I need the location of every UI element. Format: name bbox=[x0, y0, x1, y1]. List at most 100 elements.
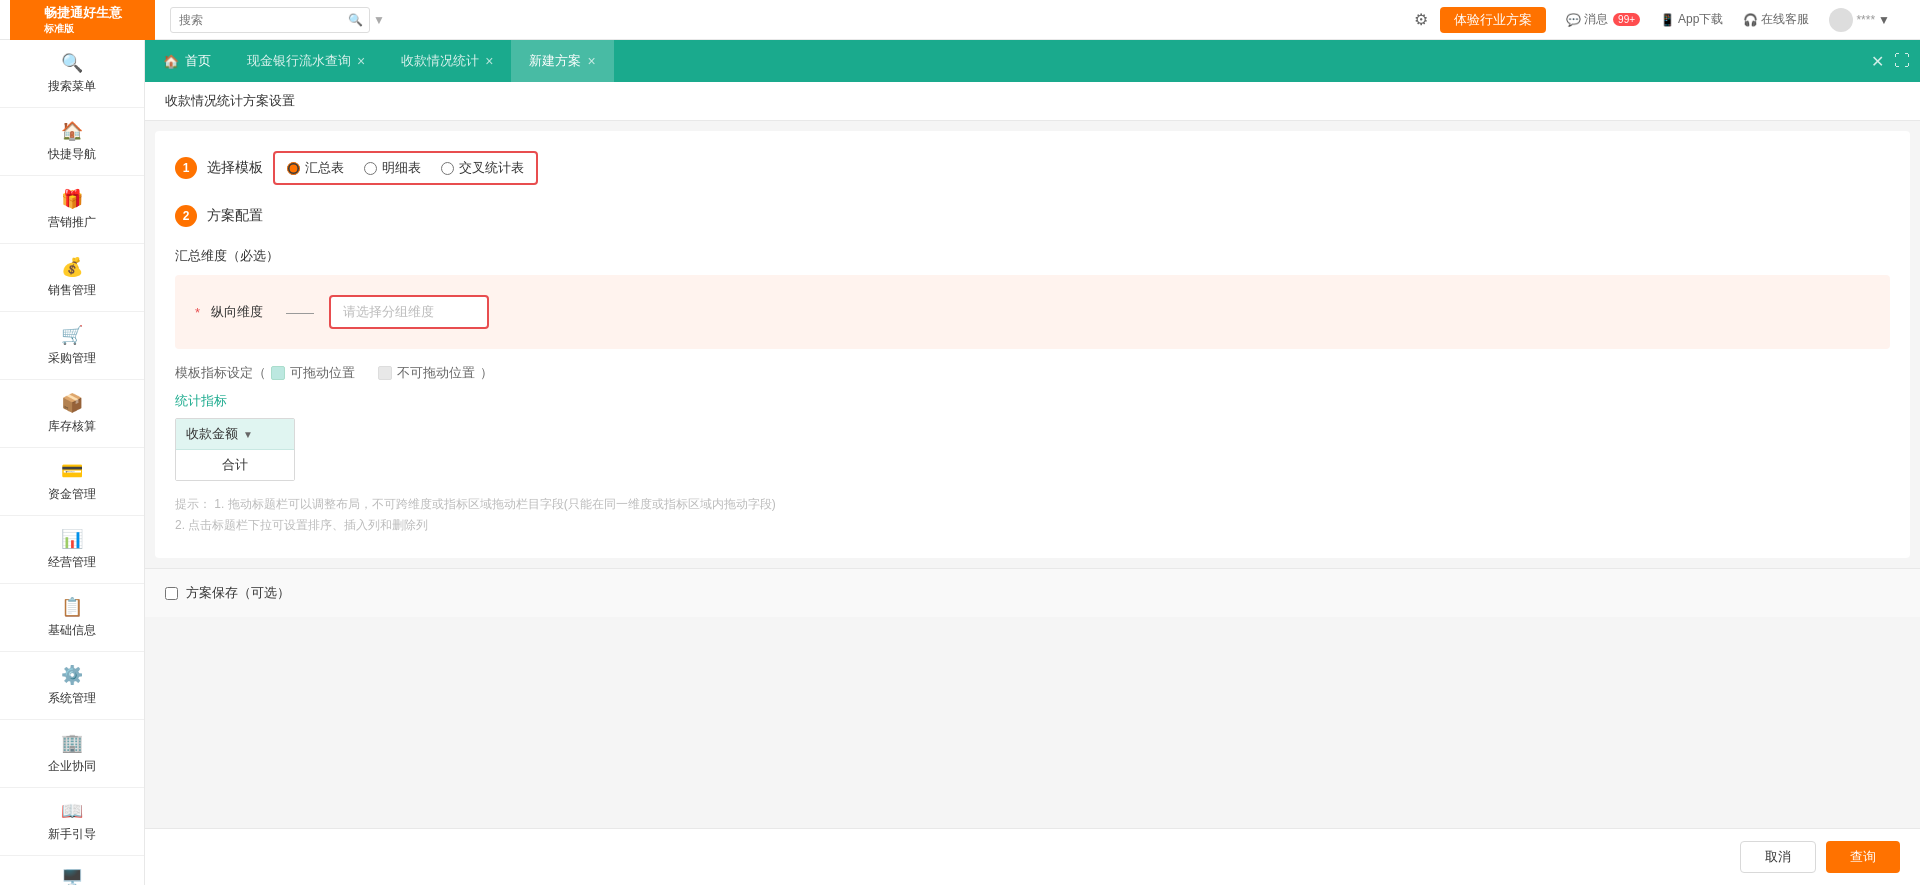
sidebar-label-inventory: 库存核算 bbox=[48, 418, 96, 435]
step2-badge: 2 bbox=[175, 205, 197, 227]
support-label: 在线客服 bbox=[1761, 11, 1809, 28]
inventory-icon: 📦 bbox=[61, 392, 83, 414]
marketing-icon: 🎁 bbox=[61, 188, 83, 210]
finance-icon: 💳 bbox=[61, 460, 83, 482]
radio-cross-input[interactable] bbox=[441, 162, 454, 175]
sidebar-label-sales: 销售管理 bbox=[48, 282, 96, 299]
sidebar-item-purchase[interactable]: 🛒 采购管理 bbox=[0, 312, 144, 380]
save-label: 方案保存（可选） bbox=[186, 584, 290, 602]
cooperation-icon: 🏢 bbox=[61, 732, 83, 754]
required-star: * bbox=[195, 305, 200, 320]
radio-detail-input[interactable] bbox=[364, 162, 377, 175]
fixed-dot-legend bbox=[378, 366, 392, 380]
dimension-arrow: —— bbox=[286, 304, 314, 320]
save-section: 方案保存（可选） bbox=[145, 568, 1920, 617]
trial-button[interactable]: 体验行业方案 bbox=[1440, 7, 1546, 33]
dimension-selector[interactable]: 请选择分组维度 bbox=[329, 295, 489, 329]
radio-summary[interactable]: 汇总表 bbox=[287, 159, 344, 177]
sidebar-item-hardware[interactable]: 🖥️ 智能硬件 bbox=[0, 856, 144, 885]
dimension-placeholder: 请选择分组维度 bbox=[343, 304, 434, 319]
sidebar-item-sales[interactable]: 💰 销售管理 bbox=[0, 244, 144, 312]
movable-dot-legend bbox=[271, 366, 285, 380]
sidebar-item-inventory[interactable]: 📦 库存核算 bbox=[0, 380, 144, 448]
guide-icon: 📖 bbox=[61, 800, 83, 822]
topbar: 畅捷通好生意 标准版 🔍 ▼ ⚙ 体验行业方案 💬 消息 99+ 📱 App下载… bbox=[0, 0, 1920, 40]
sidebar-item-guide[interactable]: 📖 新手引导 bbox=[0, 788, 144, 856]
tab-new-scheme-label: 新建方案 bbox=[529, 52, 581, 70]
dropdown-icon[interactable]: ▼ bbox=[373, 13, 385, 27]
tab-new-scheme-close[interactable]: × bbox=[587, 54, 595, 68]
indicator-header[interactable]: 收款金额 ▼ bbox=[176, 419, 294, 450]
step1-label: 选择模板 bbox=[207, 159, 263, 177]
quick-nav-icon: 🏠 bbox=[61, 120, 83, 142]
content-area: 🏠 首页 现金银行流水查询 × 收款情况统计 × 新建方案 × ✕ ⛶ bbox=[145, 40, 1920, 885]
sidebar-item-quick-nav[interactable]: 🏠 快捷导航 bbox=[0, 108, 144, 176]
sales-icon: 💰 bbox=[61, 256, 83, 278]
user-area[interactable]: **** ▼ bbox=[1829, 8, 1890, 32]
radio-cross-label: 交叉统计表 bbox=[459, 159, 524, 177]
breadcrumb: 收款情况统计方案设置 bbox=[165, 93, 295, 108]
radio-detail[interactable]: 明细表 bbox=[364, 159, 421, 177]
sidebar-item-finance[interactable]: 💳 资金管理 bbox=[0, 448, 144, 516]
indicators-section-close: ） bbox=[480, 364, 493, 382]
user-dropdown-icon: ▼ bbox=[1878, 13, 1890, 27]
search-input[interactable] bbox=[170, 7, 370, 33]
step2-row: 2 方案配置 bbox=[175, 205, 1890, 227]
tab-receivable-stats[interactable]: 收款情况统计 × bbox=[383, 40, 511, 82]
tab-new-scheme[interactable]: 新建方案 × bbox=[511, 40, 613, 82]
notification-badge: 99+ bbox=[1613, 13, 1640, 26]
sidebar-item-basic-info[interactable]: 📋 基础信息 bbox=[0, 584, 144, 652]
config-section: 汇总维度（必选） * 纵向维度 —— 请选择分组维度 bbox=[175, 247, 1890, 534]
sidebar-label-basic-info: 基础信息 bbox=[48, 622, 96, 639]
sidebar-label-guide: 新手引导 bbox=[48, 826, 96, 843]
sidebar-item-system[interactable]: ⚙️ 系统管理 bbox=[0, 652, 144, 720]
indicator-table: 收款金额 ▼ 合计 bbox=[175, 418, 295, 481]
main-layout: 🔍 搜索菜单 🏠 快捷导航 🎁 营销推广 💰 销售管理 🛒 采购管理 📦 库存核… bbox=[0, 40, 1920, 885]
sidebar-item-cooperation[interactable]: 🏢 企业协同 bbox=[0, 720, 144, 788]
indicators-label: 统计指标 bbox=[175, 392, 1890, 410]
topbar-search-area: 🔍 ▼ bbox=[155, 7, 1414, 33]
search-menu-icon: 🔍 bbox=[61, 52, 83, 74]
tab-receivable-stats-close[interactable]: × bbox=[485, 54, 493, 68]
search-icon: 🔍 bbox=[348, 13, 363, 27]
dimension-row-vertical: * 纵向维度 —— 请选择分组维度 bbox=[195, 295, 1870, 329]
sidebar-label-operations: 经营管理 bbox=[48, 554, 96, 571]
tab-bank-flow-close[interactable]: × bbox=[357, 54, 365, 68]
system-icon: ⚙️ bbox=[61, 664, 83, 686]
message-label: 消息 bbox=[1584, 11, 1608, 28]
sidebar-label-marketing: 营销推广 bbox=[48, 214, 96, 231]
tab-bar-actions: ✕ ⛶ bbox=[1861, 40, 1920, 82]
sidebar-item-operations[interactable]: 📊 经营管理 bbox=[0, 516, 144, 584]
support-area[interactable]: 🎧 在线客服 bbox=[1743, 11, 1809, 28]
step1-badge: 1 bbox=[175, 157, 197, 179]
sidebar-label-finance: 资金管理 bbox=[48, 486, 96, 503]
vertical-dimension-label: 纵向维度 bbox=[211, 303, 271, 321]
sidebar-label-purchase: 采购管理 bbox=[48, 350, 96, 367]
sidebar-label-cooperation: 企业协同 bbox=[48, 758, 96, 775]
page-content: 收款情况统计方案设置 1 选择模板 汇总表 明细表 bbox=[145, 82, 1920, 828]
template-radio-group: 汇总表 明细表 交叉统计表 bbox=[273, 151, 538, 185]
topbar-center-actions: ⚙ 体验行业方案 bbox=[1414, 7, 1546, 33]
settings-icon[interactable]: ⚙ bbox=[1414, 10, 1428, 29]
sidebar-item-marketing[interactable]: 🎁 营销推广 bbox=[0, 176, 144, 244]
radio-summary-input[interactable] bbox=[287, 162, 300, 175]
tab-bank-flow[interactable]: 现金银行流水查询 × bbox=[229, 40, 383, 82]
tab-home[interactable]: 🏠 首页 bbox=[145, 40, 229, 82]
sidebar: 🔍 搜索菜单 🏠 快捷导航 🎁 营销推广 💰 销售管理 🛒 采购管理 📦 库存核… bbox=[0, 40, 145, 885]
footer-actions: 取消 查询 bbox=[145, 828, 1920, 885]
cancel-button[interactable]: 取消 bbox=[1740, 841, 1816, 873]
tab-close-all-icon[interactable]: ✕ bbox=[1871, 52, 1884, 71]
sidebar-item-search-menu[interactable]: 🔍 搜索菜单 bbox=[0, 40, 144, 108]
step1-row: 1 选择模板 汇总表 明细表 交叉统计表 bbox=[175, 151, 1890, 185]
radio-cross[interactable]: 交叉统计表 bbox=[441, 159, 524, 177]
indicator-column-header: 收款金额 bbox=[186, 425, 238, 443]
user-avatar bbox=[1829, 8, 1853, 32]
query-button[interactable]: 查询 bbox=[1826, 841, 1900, 873]
indicator-dropdown-icon[interactable]: ▼ bbox=[243, 429, 253, 440]
save-checkbox[interactable] bbox=[165, 587, 178, 600]
tab-expand-icon[interactable]: ⛶ bbox=[1894, 52, 1910, 70]
sidebar-label-system: 系统管理 bbox=[48, 690, 96, 707]
download-area[interactable]: 📱 App下载 bbox=[1660, 11, 1723, 28]
message-area[interactable]: 💬 消息 99+ bbox=[1566, 11, 1640, 28]
logo: 畅捷通好生意 标准版 bbox=[10, 0, 155, 40]
